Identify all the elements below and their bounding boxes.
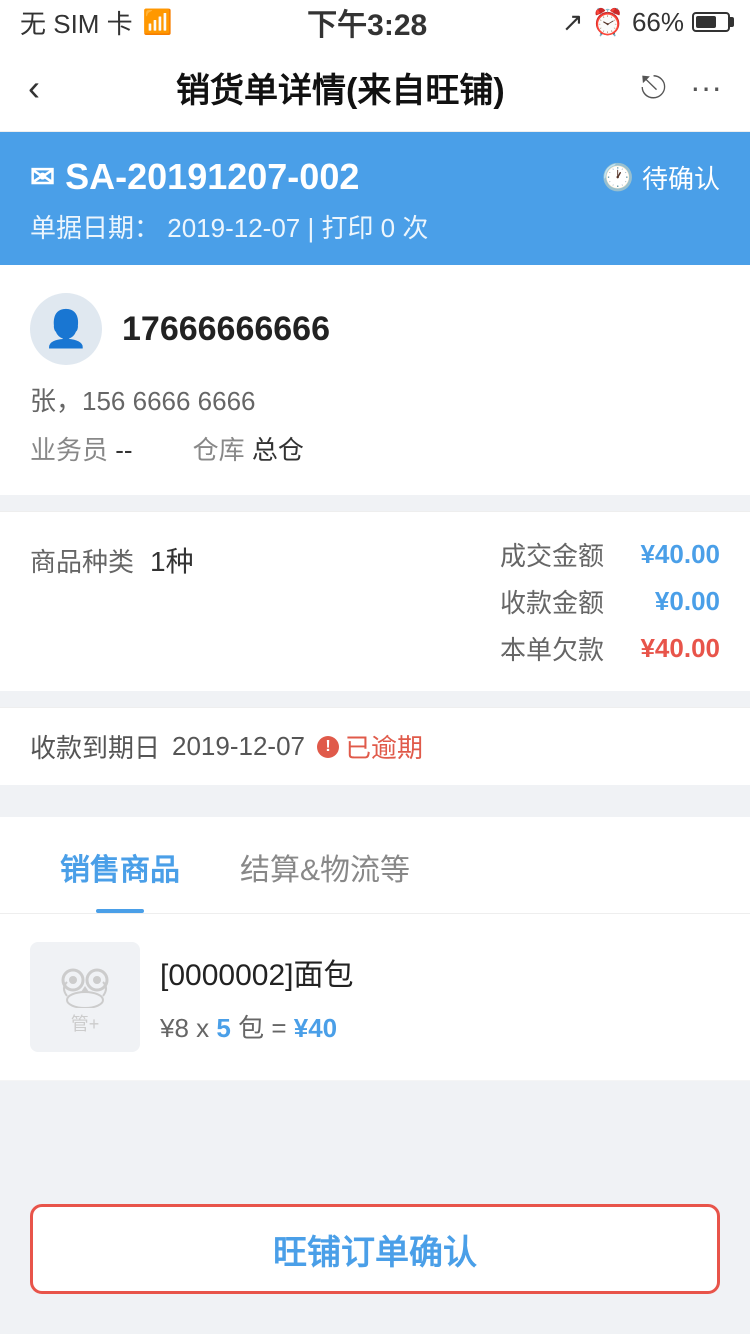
price-value: ¥8 [160,1013,189,1043]
product-thumbnail: 管+ [30,942,140,1052]
order-id: ✉ SA-20191207-002 [30,156,359,198]
deal-amount-row: 成交金额 ¥40.00 [500,536,720,573]
tab-settlement[interactable]: 结算&物流等 [210,817,440,913]
product-item: 管+ [0000002]面包 ¥8 x 5 包 = ¥40 [0,914,750,1081]
total-value: ¥40 [294,1013,337,1043]
back-button[interactable]: ‹ [28,67,40,109]
tab-sales-goods[interactable]: 销售商品 [30,817,210,913]
overdue-text: 已逾期 [345,728,423,765]
goods-type-value: 1种 [150,540,194,580]
due-date-value: 2019-12-07 [172,731,305,762]
received-amount-row: 收款金额 ¥0.00 [500,583,720,620]
customer-card: 👤 17666666666 张，156 6666 6666 业务员 -- 仓库 … [0,265,750,495]
amounts-section: 成交金额 ¥40.00 收款金额 ¥0.00 本单欠款 ¥40.00 [500,536,720,667]
customer-meta: 业务员 -- 仓库 总仓 [30,430,720,467]
product-details: [0000002]面包 ¥8 x 5 包 = ¥40 [160,950,353,1045]
received-label: 收款金额 [500,583,604,620]
status-text: 待确认 [642,159,720,196]
customer-phone: 17666666666 [122,310,330,349]
product-name: [0000002]面包 [160,950,353,994]
overdue-badge: ! 已逾期 [317,728,423,765]
overdue-icon: ! [317,736,339,758]
warehouse-value: 总仓 [252,435,304,465]
share-button[interactable]: ⎋ [641,69,666,107]
owl-logo-icon [55,958,115,1008]
battery-label: 66% [632,7,684,38]
deal-amount-value: ¥40.00 [620,539,720,570]
sales-label: 业务员 [30,435,108,465]
nav-actions: ⎋ ··· [641,69,722,107]
due-date-label: 收款到期日 [30,728,160,765]
owed-amount-row: 本单欠款 ¥40.00 [500,630,720,667]
summary-card: 商品种类 1种 成交金额 ¥40.00 收款金额 ¥0.00 本单欠款 ¥40.… [0,512,750,691]
order-icon: ✉ [30,160,55,195]
status-clock-icon: 🕐 [602,162,634,193]
unit-label: 包 [238,1013,264,1043]
customer-name: 张，156 6666 6666 [30,381,720,418]
order-status: 🕐 待确认 [602,159,720,196]
tabs-container: 销售商品 结算&物流等 [0,817,750,914]
location-icon: ↗ [562,7,584,38]
order-header: ✉ SA-20191207-002 🕐 待确认 单据日期： 2019-12-07… [0,132,750,265]
goods-type-section: 商品种类 1种 [30,536,500,580]
status-right: ↗ ⏰ 66% [562,7,730,38]
avatar: 👤 [30,293,102,365]
status-left: 无 SIM 卡 📶 [20,4,173,41]
nav-bar: ‹ 销货单详情(来自旺铺) ⎋ ··· [0,44,750,132]
due-date-card: 收款到期日 2019-12-07 ! 已逾期 [0,708,750,785]
carrier-label: 无 SIM 卡 [20,4,133,41]
product-price: ¥8 x 5 包 = ¥40 [160,1008,353,1045]
battery-icon [692,12,730,32]
owed-value: ¥40.00 [620,633,720,664]
deal-amount-label: 成交金额 [500,536,604,573]
order-date: 单据日期： 2019-12-07 | 打印 0 次 [30,208,720,245]
received-value: ¥0.00 [620,586,720,617]
warehouse-info: 仓库 总仓 [193,430,304,467]
goods-type-label: 商品种类 [30,542,134,579]
alarm-icon: ⏰ [592,7,624,38]
owed-label: 本单欠款 [500,630,604,667]
confirm-button-container: 旺铺订单确认 [30,1204,720,1294]
logo-text: 管+ [71,1010,100,1036]
time-label: 下午3:28 [307,0,427,44]
order-id-text: SA-20191207-002 [65,156,359,198]
product-list: 管+ [0000002]面包 ¥8 x 5 包 = ¥40 [0,914,750,1081]
more-button[interactable]: ··· [690,69,722,106]
sales-info: 业务员 -- [30,430,133,467]
avatar-icon: 👤 [44,308,89,350]
sales-value: -- [115,435,132,465]
wifi-icon: 📶 [143,8,173,37]
page-title: 销货单详情(来自旺铺) [176,63,505,112]
confirm-order-button[interactable]: 旺铺订单确认 [30,1204,720,1294]
quantity-value: 5 [216,1013,230,1043]
status-bar: 无 SIM 卡 📶 下午3:28 ↗ ⏰ 66% [0,0,750,44]
divider-3 [0,801,750,817]
warehouse-label: 仓库 [193,435,245,465]
